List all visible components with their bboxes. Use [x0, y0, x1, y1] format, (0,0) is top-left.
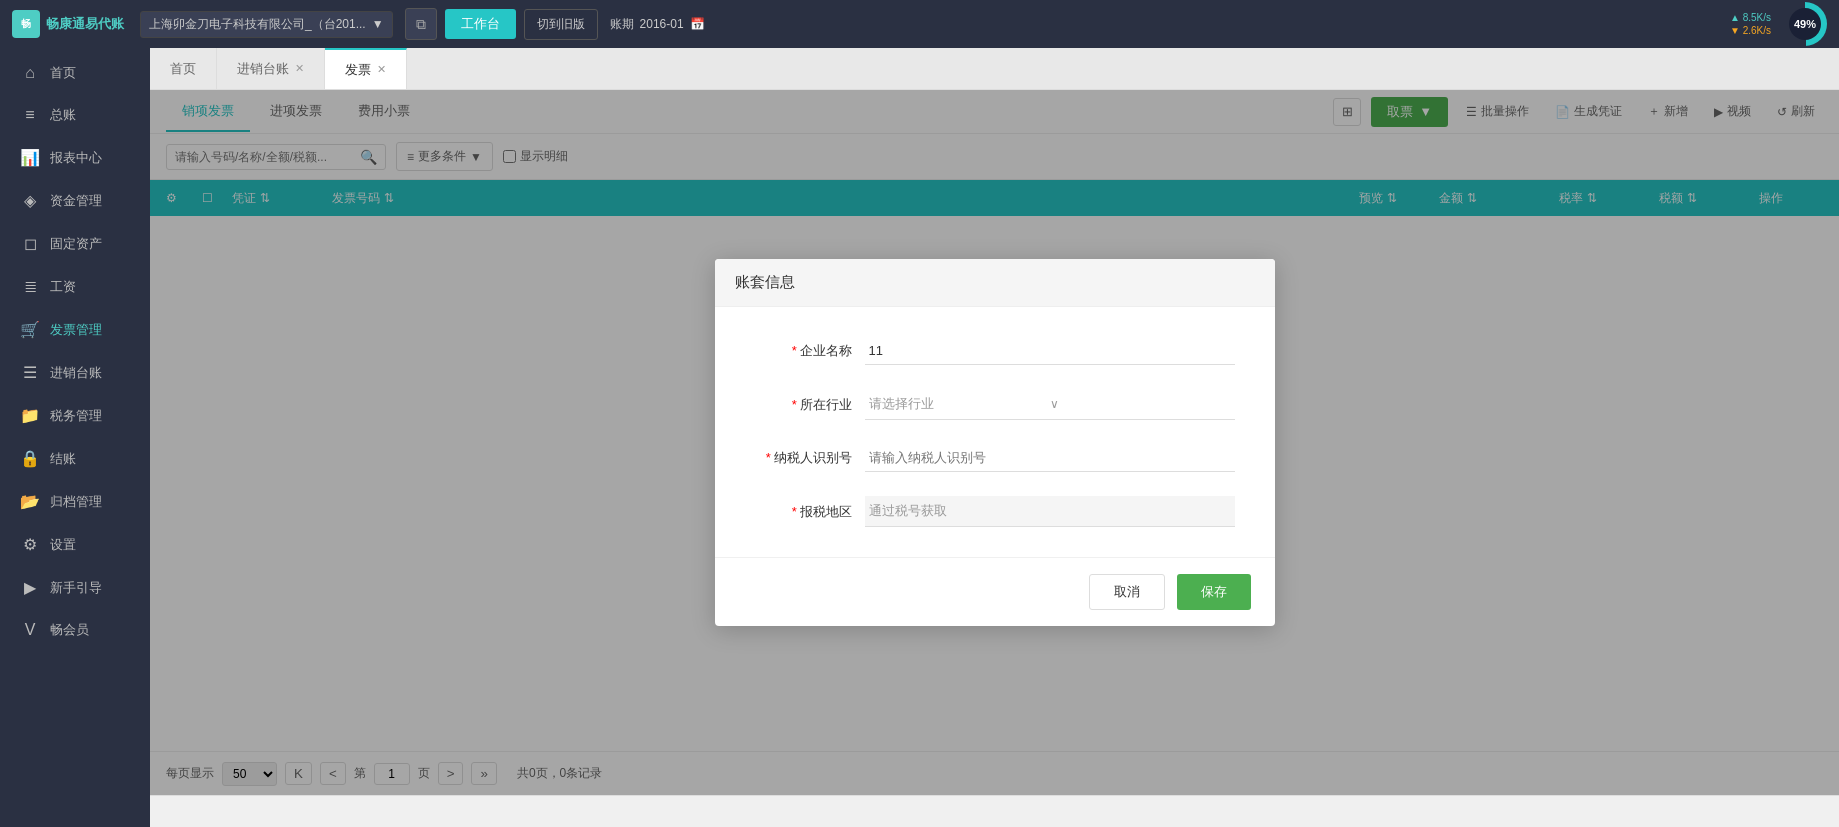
reports-icon: 📊: [20, 148, 40, 167]
app-logo: 畅 畅康通易代账: [12, 10, 124, 38]
tax-icon: 📁: [20, 406, 40, 425]
assets-icon: ◻: [20, 234, 40, 253]
sidebar-item-archive[interactable]: 📂 归档管理: [0, 480, 150, 523]
home-icon: ⌂: [20, 64, 40, 82]
member-icon: V: [20, 621, 40, 639]
archive-icon: 📂: [20, 492, 40, 511]
account-info-dialog: 账套信息 * 企业名称 *: [715, 259, 1275, 626]
save-button[interactable]: 保存: [1177, 574, 1251, 610]
progress-pct: 49%: [1789, 8, 1821, 40]
sidebar-label-home: 首页: [50, 64, 76, 82]
sidebar-item-home[interactable]: ⌂ 首页: [0, 52, 150, 94]
sidebar-item-settle[interactable]: 🔒 结账: [0, 437, 150, 480]
dialog-title: 账套信息: [715, 259, 1275, 307]
period-value: 2016-01: [640, 17, 684, 31]
sidebar-label-ledger: 总账: [50, 106, 76, 124]
sidebar-item-salary[interactable]: ≣ 工资: [0, 265, 150, 308]
sidebar-label-purchase: 进销台账: [50, 364, 102, 382]
bottom-bar: [150, 795, 1839, 827]
tab-purchase-close[interactable]: ✕: [295, 62, 304, 75]
tab-invoice-label: 发票: [345, 61, 371, 79]
chevron-down-icon: ▼: [372, 17, 384, 31]
form-row-tax-id: * 纳税人识别号: [755, 444, 1235, 472]
sidebar-label-guide: 新手引导: [50, 579, 102, 597]
header-right: ▲ 8.5K/s ▼ 2.6K/s 49%: [1730, 2, 1827, 46]
old-version-button[interactable]: 切到旧版: [524, 9, 598, 40]
purchase-icon: ☰: [20, 363, 40, 382]
form-row-company: * 企业名称: [755, 337, 1235, 365]
logo-text: 畅康通易代账: [46, 15, 124, 33]
sidebar-label-settle: 结账: [50, 450, 76, 468]
sidebar-item-purchase[interactable]: ☰ 进销台账: [0, 351, 150, 394]
tab-purchase[interactable]: 进销台账 ✕: [217, 48, 325, 89]
calendar-icon[interactable]: 📅: [690, 17, 705, 31]
top-header: 畅 畅康通易代账 上海卯金刀电子科技有限公司_（台201... ▼ ⧉ 工作台 …: [0, 0, 1839, 48]
select-industry-placeholder: 请选择行业: [869, 395, 1050, 413]
dialog-body: * 企业名称 * 所在行业 请选择行业: [715, 307, 1275, 557]
tab-home[interactable]: 首页: [150, 48, 217, 89]
sidebar-item-tax[interactable]: 📁 税务管理: [0, 394, 150, 437]
tab-invoice-close[interactable]: ✕: [377, 63, 386, 76]
sidebar-label-assets: 固定资产: [50, 235, 102, 253]
workbench-button[interactable]: 工作台: [445, 9, 516, 39]
sidebar-item-guide[interactable]: ▶ 新手引导: [0, 566, 150, 609]
guide-icon: ▶: [20, 578, 40, 597]
label-industry: * 所在行业: [755, 396, 865, 414]
form-row-tax-region: * 报税地区 通过税号获取: [755, 496, 1235, 527]
settings-icon: ⚙: [20, 535, 40, 554]
company-name: 上海卯金刀电子科技有限公司_（台201...: [149, 16, 366, 33]
sidebar-item-invoice[interactable]: 🛒 发票管理: [0, 308, 150, 351]
sidebar-label-invoice: 发票管理: [50, 321, 102, 339]
invoice-icon: 🛒: [20, 320, 40, 339]
page-content: 销项发票 进项发票 费用小票 ⊞ 取票 ▼ ☰ 批量操作: [150, 90, 1839, 795]
main-layout: ⌂ 首页 ≡ 总账 📊 报表中心 ◈ 资金管理 ◻ 固定资产 ≣ 工资 🛒 发票…: [0, 48, 1839, 827]
settle-icon: 🔒: [20, 449, 40, 468]
progress-circle: 49%: [1783, 2, 1827, 46]
tab-purchase-label: 进销台账: [237, 60, 289, 78]
sidebar-label-member: 畅会员: [50, 621, 89, 639]
speed-indicator: ▲ 8.5K/s ▼ 2.6K/s: [1730, 12, 1771, 36]
input-tax-id[interactable]: [865, 444, 1235, 472]
tab-bar: 首页 进销台账 ✕ 发票 ✕: [150, 48, 1839, 90]
speed-down: ▼ 2.6K/s: [1730, 25, 1771, 36]
sidebar-item-reports[interactable]: 📊 报表中心: [0, 136, 150, 179]
dialog-footer: 取消 保存: [715, 557, 1275, 626]
header-icons: ⧉: [405, 8, 437, 40]
input-tax-region-disabled: 通过税号获取: [865, 496, 1235, 527]
sidebar-label-reports: 报表中心: [50, 149, 102, 167]
sidebar-item-ledger[interactable]: ≡ 总账: [0, 94, 150, 136]
sidebar-item-finance[interactable]: ◈ 资金管理: [0, 179, 150, 222]
tab-invoice[interactable]: 发票 ✕: [325, 48, 407, 89]
label-company: * 企业名称: [755, 342, 865, 360]
modal-overlay: 账套信息 * 企业名称 *: [150, 90, 1839, 795]
label-tax-region: * 报税地区: [755, 503, 865, 521]
tab-home-label: 首页: [170, 60, 196, 78]
sidebar: ⌂ 首页 ≡ 总账 📊 报表中心 ◈ 资金管理 ◻ 固定资产 ≣ 工资 🛒 发票…: [0, 48, 150, 827]
finance-icon: ◈: [20, 191, 40, 210]
input-company-name[interactable]: [865, 337, 1235, 365]
copy-icon-btn[interactable]: ⧉: [405, 8, 437, 40]
sidebar-item-assets[interactable]: ◻ 固定资产: [0, 222, 150, 265]
sidebar-label-settings: 设置: [50, 536, 76, 554]
sidebar-label-archive: 归档管理: [50, 493, 102, 511]
sidebar-label-salary: 工资: [50, 278, 76, 296]
label-tax-id: * 纳税人识别号: [755, 449, 865, 467]
sidebar-label-tax: 税务管理: [50, 407, 102, 425]
salary-icon: ≣: [20, 277, 40, 296]
ledger-icon: ≡: [20, 106, 40, 124]
sidebar-item-member[interactable]: V 畅会员: [0, 609, 150, 651]
form-row-industry: * 所在行业 请选择行业 ∨: [755, 389, 1235, 420]
logo-icon: 畅: [12, 10, 40, 38]
company-selector[interactable]: 上海卯金刀电子科技有限公司_（台201... ▼: [140, 11, 393, 38]
speed-up: ▲ 8.5K/s: [1730, 12, 1771, 23]
content-area: 首页 进销台账 ✕ 发票 ✕ 销项发票 进项发票 费用: [150, 48, 1839, 827]
chevron-down-icon: ∨: [1050, 397, 1231, 411]
period-info: 账期 2016-01 📅: [610, 16, 705, 33]
select-industry-wrap[interactable]: 请选择行业 ∨: [865, 389, 1235, 420]
sidebar-item-settings[interactable]: ⚙ 设置: [0, 523, 150, 566]
cancel-button[interactable]: 取消: [1089, 574, 1165, 610]
sidebar-label-finance: 资金管理: [50, 192, 102, 210]
